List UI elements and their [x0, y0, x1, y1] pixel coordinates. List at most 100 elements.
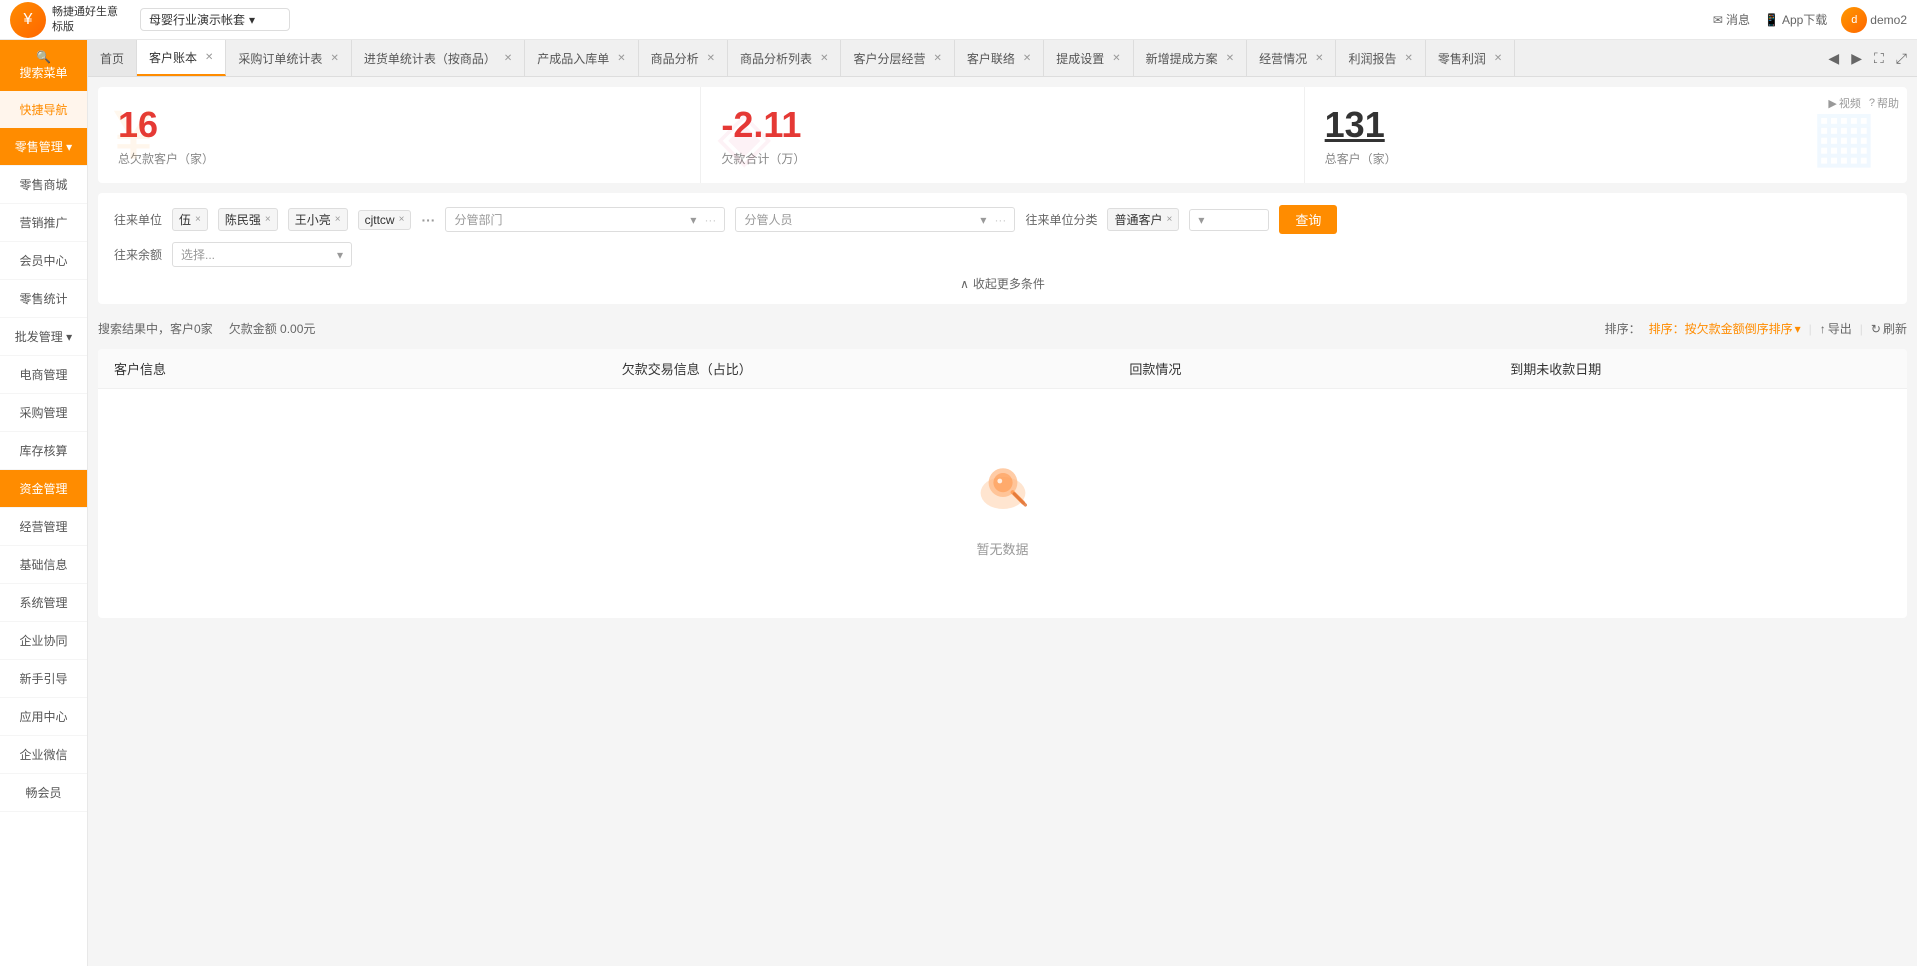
- tag-close-icon[interactable]: ×: [1166, 214, 1172, 225]
- logo-area: ¥ 畅捷通好生意 标版: [10, 2, 130, 38]
- quick-nav[interactable]: 快捷导航: [0, 91, 87, 128]
- stat-help-area: ▶ 视频 ? 帮助: [1828, 95, 1899, 111]
- tab-close-icon[interactable]: ✕: [330, 53, 338, 64]
- sidebar-item-purchase[interactable]: 采购管理: [0, 394, 87, 432]
- user-area[interactable]: d demo2: [1841, 7, 1907, 33]
- sort-label: 排序：: [1605, 320, 1641, 337]
- sidebar-item-enterprise-wechat[interactable]: 企业微信: [0, 736, 87, 774]
- tag-close-icon[interactable]: ×: [335, 214, 341, 225]
- unit-type-select[interactable]: ▾: [1189, 209, 1269, 231]
- tab-close-icon[interactable]: ✕: [933, 53, 941, 64]
- unit-type-label: 往来单位分类: [1025, 211, 1097, 228]
- message-btn[interactable]: ✉ 消息: [1713, 11, 1750, 28]
- tab-prev-btn[interactable]: ◀: [1824, 48, 1843, 69]
- tab-next-btn[interactable]: ▶: [1847, 48, 1866, 69]
- logo-icon: ¥: [10, 2, 46, 38]
- divider: |: [1860, 322, 1863, 336]
- sidebar-item-inventory[interactable]: 库存核算: [0, 432, 87, 470]
- tab-customer-layer[interactable]: 客户分层经营 ✕: [841, 40, 954, 76]
- col-due-date: 到期未收款日期: [1510, 359, 1891, 378]
- filter-tag-customer-type: 普通客户 ×: [1107, 208, 1179, 231]
- tab-commission-setting[interactable]: 提成设置 ✕: [1044, 40, 1133, 76]
- tag-close-icon[interactable]: ×: [265, 214, 271, 225]
- tab-bar: 首页 客户账本 ✕ 采购订单统计表 ✕ 进货单统计表（按商品） ✕ 产成品入库单…: [88, 40, 1917, 77]
- tab-close-icon[interactable]: ✕: [1112, 53, 1120, 64]
- tab-close-icon[interactable]: ✕: [205, 52, 213, 63]
- collapse-btn[interactable]: ∧ 收起更多条件: [960, 275, 1045, 292]
- sidebar-item-system[interactable]: 系统管理: [0, 584, 87, 622]
- top-bar-right: ✉ 消息 📱 App下载 d demo2: [1713, 7, 1907, 33]
- tab-expand-btn[interactable]: ⛶: [1870, 48, 1888, 69]
- table-header: 客户信息 欠款交易信息（占比） 回款情况 到期未收款日期: [98, 349, 1907, 389]
- app-download-btn[interactable]: 📱 App下载: [1764, 11, 1827, 28]
- sidebar-item-marketing[interactable]: 营销推广: [0, 204, 87, 242]
- filter-row-2: 往来余额 选择... ▾: [114, 242, 1891, 267]
- tab-product-in[interactable]: 产成品入库单 ✕: [525, 40, 638, 76]
- help-btn[interactable]: ? 帮助: [1869, 95, 1899, 111]
- person-select[interactable]: 分管人员 ▾ ···: [735, 207, 1015, 232]
- sidebar-item-retail-mall[interactable]: 零售商城: [0, 166, 87, 204]
- sidebar-item-retail-management[interactable]: 零售管理 ▾: [0, 128, 87, 166]
- sidebar-item-basic-info[interactable]: 基础信息: [0, 546, 87, 584]
- page-content: ¥ 16 总欠款客户（家） ◈ -2.11 欠款合计（万） ▦ ▶: [88, 77, 1917, 966]
- data-table: 客户信息 欠款交易信息（占比） 回款情况 到期未收款日期: [98, 349, 1907, 618]
- search-summary: 搜索结果中，客户0家 欠款金额 0.00元 排序： 排序：按欠款金额倒序排序 ▾…: [98, 314, 1907, 343]
- tab-retail-profit[interactable]: 零售利润 ✕: [1426, 40, 1515, 76]
- sort-btn[interactable]: 排序：按欠款金额倒序排序 ▾: [1649, 320, 1801, 337]
- sidebar-item-finance[interactable]: 资金管理: [0, 470, 87, 508]
- sidebar-item-wholesale[interactable]: 批发管理 ▾: [0, 318, 87, 356]
- search-summary-left: 搜索结果中，客户0家 欠款金额 0.00元: [98, 320, 315, 337]
- sidebar-item-operation[interactable]: 经营管理: [0, 508, 87, 546]
- col-repayment: 回款情况: [1129, 359, 1510, 378]
- sidebar-item-retail-stats[interactable]: 零售统计: [0, 280, 87, 318]
- stat-total-debt-amount: ◈ -2.11 欠款合计（万）: [701, 87, 1304, 183]
- tab-bar-end: ◀ ▶ ⛶ ⤢: [1818, 48, 1917, 69]
- tag-close-icon[interactable]: ×: [195, 214, 201, 225]
- export-btn[interactable]: ↑ 导出: [1820, 320, 1852, 337]
- query-button[interactable]: 查询: [1279, 205, 1337, 234]
- tab-close-icon[interactable]: ✕: [707, 53, 715, 64]
- filter-tag-person1: 陈民强 ×: [218, 208, 278, 231]
- sidebar-item-chang-member[interactable]: 畅会员: [0, 774, 87, 812]
- tab-purchase-order[interactable]: 采购订单统计表 ✕: [226, 40, 351, 76]
- export-icon: ↑: [1820, 322, 1826, 336]
- sidebar-item-ecommerce[interactable]: 电商管理: [0, 356, 87, 394]
- tab-operation[interactable]: 经营情况 ✕: [1247, 40, 1336, 76]
- filter-tag-unit: 伍 ×: [172, 208, 208, 231]
- sidebar-search[interactable]: 🔍 搜索菜单: [0, 40, 87, 91]
- amount-select[interactable]: 选择... ▾: [172, 242, 352, 267]
- tab-close-icon[interactable]: ✕: [1226, 53, 1234, 64]
- filter-more-btn[interactable]: ···: [421, 212, 435, 228]
- tab-product-analysis[interactable]: 商品分析 ✕: [639, 40, 728, 76]
- refresh-btn[interactable]: ↻ 刷新: [1871, 320, 1907, 337]
- tab-goods-in[interactable]: 进货单统计表（按商品） ✕: [352, 40, 525, 76]
- sidebar-item-member-center[interactable]: 会员中心: [0, 242, 87, 280]
- tab-home[interactable]: 首页: [88, 40, 137, 76]
- tab-customer-contact[interactable]: 客户联络 ✕: [955, 40, 1044, 76]
- tab-profit-report[interactable]: 利润报告 ✕: [1336, 40, 1425, 76]
- stat-total-customers: ▦ ▶ 视频 ? 帮助 131 总客户（家）: [1305, 87, 1907, 183]
- dept-select[interactable]: 分管部门 ▾ ···: [445, 207, 725, 232]
- tab-customer-ledger[interactable]: 客户账本 ✕: [137, 40, 226, 76]
- empty-text: 暂无数据: [976, 539, 1028, 558]
- tab-close-icon[interactable]: ✕: [617, 53, 625, 64]
- filter-area: 往来单位 伍 × 陈民强 × 王小亮 ×: [98, 193, 1907, 304]
- tab-close-icon[interactable]: ✕: [1023, 53, 1031, 64]
- col-customer-info: 客户信息: [114, 359, 622, 378]
- select-more-icon: ···: [994, 213, 1006, 227]
- video-icon: ▶: [1828, 97, 1836, 110]
- tag-close-icon[interactable]: ×: [399, 214, 405, 225]
- tab-close-icon[interactable]: ✕: [820, 53, 828, 64]
- tab-product-analysis-list[interactable]: 商品分析列表 ✕: [728, 40, 841, 76]
- video-btn[interactable]: ▶ 视频: [1828, 95, 1860, 111]
- tab-close-icon[interactable]: ✕: [504, 53, 512, 64]
- tab-close-icon[interactable]: ✕: [1494, 53, 1502, 64]
- tab-add-commission[interactable]: 新增提成方案 ✕: [1134, 40, 1247, 76]
- sidebar-item-enterprise-collab[interactable]: 企业协同: [0, 622, 87, 660]
- tab-close-icon[interactable]: ✕: [1405, 53, 1413, 64]
- sidebar-item-app-center[interactable]: 应用中心: [0, 698, 87, 736]
- tab-close-icon[interactable]: ✕: [1315, 53, 1323, 64]
- store-selector[interactable]: 母婴行业演示帐套 ▾: [140, 8, 290, 31]
- tab-fullscreen-btn[interactable]: ⤢: [1892, 48, 1911, 69]
- sidebar-item-beginner[interactable]: 新手引导: [0, 660, 87, 698]
